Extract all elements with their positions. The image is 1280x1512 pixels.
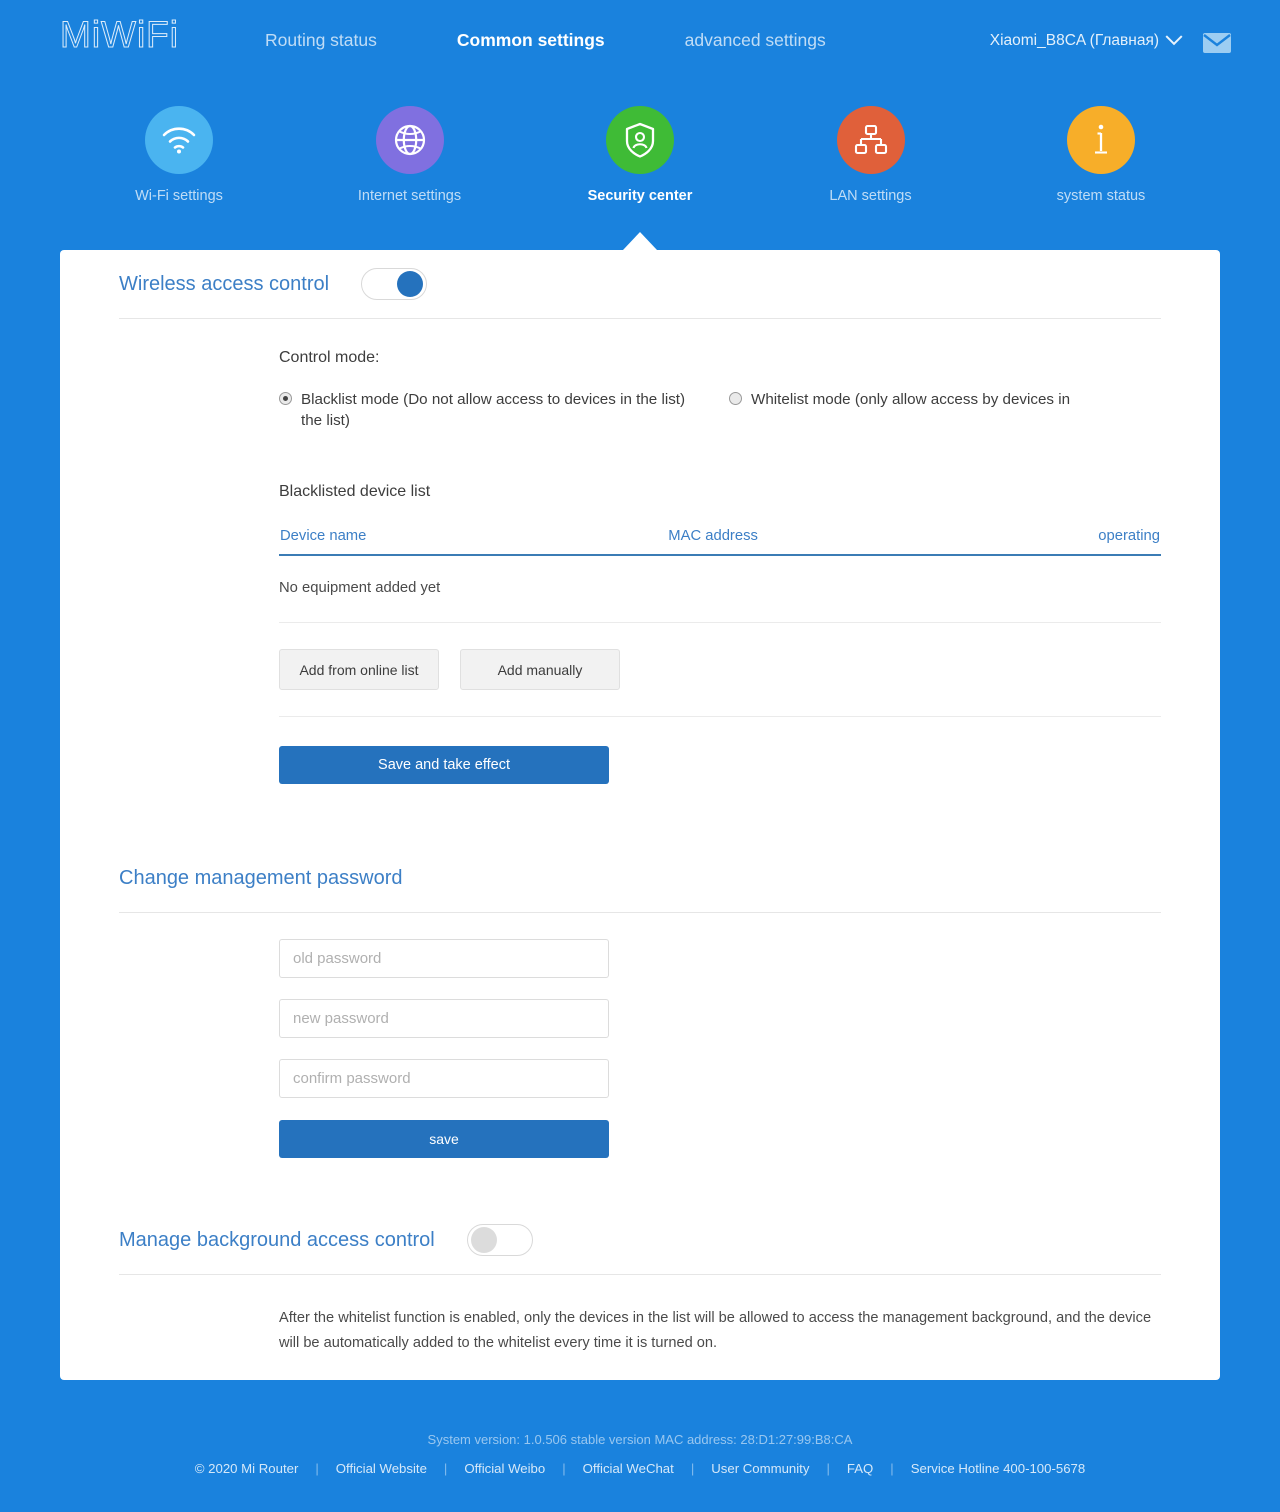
miwifi-logo: MiWiFi: [59, 14, 180, 56]
wireless-access-control-toggle[interactable]: [361, 268, 428, 300]
section-icon-nav: Wi-Fi settings Internet settings Securit…: [0, 106, 1280, 204]
background-access-toggle[interactable]: [466, 1224, 533, 1256]
router-account-label: Xiaomi_B8CA (Главная): [989, 32, 1159, 49]
save-password-button[interactable]: save: [279, 1120, 609, 1158]
icon-nav-internet-settings[interactable]: Internet settings: [335, 106, 485, 204]
icon-nav-security-center[interactable]: Security center: [565, 106, 715, 204]
info-icon: [1067, 106, 1135, 174]
nav-item-routing-status[interactable]: Routing status: [265, 30, 377, 51]
column-header-device-name: Device name: [279, 527, 659, 556]
control-mode-option-blacklist-col: Blacklist mode (Do not allow access to d…: [279, 389, 720, 431]
footer-link-official-wechat[interactable]: Official WeChat: [583, 1461, 674, 1476]
footer-separator: |: [562, 1461, 566, 1476]
change-password-body: save: [60, 913, 1220, 1158]
footer-separator: |: [890, 1461, 894, 1476]
footer-separator: |: [443, 1461, 448, 1476]
table-empty-row: No equipment added yet: [279, 555, 1161, 623]
background-access-title: Manage background access control: [119, 1228, 435, 1251]
footer-links: © 2020 Mi Router | Official Website | Of…: [0, 1461, 1280, 1476]
background-access-note: After the whitelist function is enabled,…: [279, 1310, 1152, 1351]
footer-link-user-community[interactable]: User Community: [711, 1461, 809, 1476]
change-password-title: Change management password: [119, 866, 403, 889]
system-version-line: System version: 1.0.506 stable version M…: [427, 1432, 853, 1447]
control-mode-option-whitelist-col: Whitelist mode (only allow access by dev…: [720, 389, 1161, 431]
page-title: Wireless access control: [119, 272, 330, 295]
icon-nav-system-status[interactable]: system status: [1026, 106, 1176, 204]
blacklisted-device-list-title: Blacklisted device list: [279, 483, 431, 500]
footer-link-official-website[interactable]: Official Website: [336, 1461, 427, 1476]
table-header-row: Device name MAC address operating: [279, 527, 1161, 556]
main-nav: Routing status Common settings advanced …: [265, 30, 826, 51]
old-password-input[interactable]: [279, 939, 609, 978]
divider: [119, 318, 1161, 319]
change-password-header: Change management password: [60, 844, 1220, 912]
main-content-card: Wireless access control Control mode: Bl…: [60, 250, 1220, 1380]
background-access-body: After the whitelist function is enabled,…: [60, 1275, 1220, 1356]
control-mode-radio-group: Blacklist mode (Do not allow access to d…: [279, 389, 1161, 431]
network-icon: [836, 106, 905, 174]
radio-icon-selected: [279, 392, 292, 405]
footer-link-service-hotline[interactable]: Service Hotline 400-100-5678: [911, 1461, 1085, 1476]
shield-icon: [606, 106, 674, 174]
confirm-password-input[interactable]: [279, 1059, 609, 1098]
radio-whitelist-label: Whitelist mode (only allow access by dev…: [751, 391, 1071, 408]
globe-icon: [375, 106, 444, 174]
active-tab-pointer: [623, 232, 657, 250]
icon-nav-lan-settings[interactable]: LAN settings: [796, 106, 946, 204]
control-mode-label: Control mode:: [279, 349, 380, 366]
footer-link-faq[interactable]: FAQ: [847, 1461, 873, 1476]
icon-nav-label: Security center: [587, 188, 693, 204]
radio-blacklist-label: Blacklist mode (Do not allow access to d…: [301, 391, 686, 429]
footer-separator: |: [826, 1461, 830, 1476]
nav-item-common-settings[interactable]: Common settings: [457, 30, 605, 51]
page-footer: System version: 1.0.506 stable version M…: [0, 1432, 1280, 1476]
add-manually-button[interactable]: Add manually: [460, 649, 620, 690]
table-empty-text: No equipment added yet: [279, 555, 1161, 623]
footer-separator: |: [315, 1461, 319, 1476]
router-account-dropdown[interactable]: Xiaomi_B8CA (Главная): [989, 28, 1183, 50]
toggle-knob: [397, 271, 424, 297]
top-navbar: MiWiFi Routing status Common settings ad…: [0, 0, 1280, 86]
column-header-operating: operating: [975, 527, 1161, 556]
add-from-online-list-button[interactable]: Add from online list: [279, 649, 439, 690]
wireless-access-control-header: Wireless access control: [60, 250, 1220, 318]
icon-nav-label: LAN settings: [829, 188, 912, 204]
chevron-down-icon: [1165, 28, 1183, 46]
toggle-knob: [470, 1227, 497, 1253]
save-and-take-effect-button[interactable]: Save and take effect: [279, 746, 609, 784]
blacklisted-device-table: Device name MAC address operating No equ…: [279, 527, 1161, 623]
icon-nav-wifi-settings[interactable]: Wi-Fi settings: [104, 106, 254, 204]
footer-copyright: © 2020 Mi Router: [194, 1461, 299, 1476]
envelope-icon[interactable]: [1202, 31, 1232, 60]
wifi-icon: [145, 106, 213, 174]
wireless-access-control-body: Control mode: Blacklist mode (Do not all…: [60, 349, 1220, 784]
radio-whitelist-mode[interactable]: Whitelist mode (only allow access by dev…: [729, 389, 1149, 410]
column-header-mac-address: MAC address: [658, 527, 976, 556]
icon-nav-label: Wi-Fi settings: [135, 188, 223, 204]
icon-nav-label: Internet settings: [357, 188, 462, 204]
background-access-header: Manage background access control: [60, 1206, 1220, 1274]
add-device-button-row: Add from online list Add manually: [279, 623, 1161, 717]
icon-nav-label: system status: [1056, 188, 1146, 204]
radio-icon-unselected: [729, 392, 742, 405]
footer-link-official-weibo[interactable]: Official Weibo: [464, 1461, 545, 1476]
footer-separator: |: [690, 1461, 695, 1476]
new-password-input[interactable]: [279, 999, 609, 1038]
nav-item-advanced-settings[interactable]: advanced settings: [685, 30, 826, 51]
radio-blacklist-mode[interactable]: Blacklist mode (Do not allow access to d…: [279, 389, 699, 431]
